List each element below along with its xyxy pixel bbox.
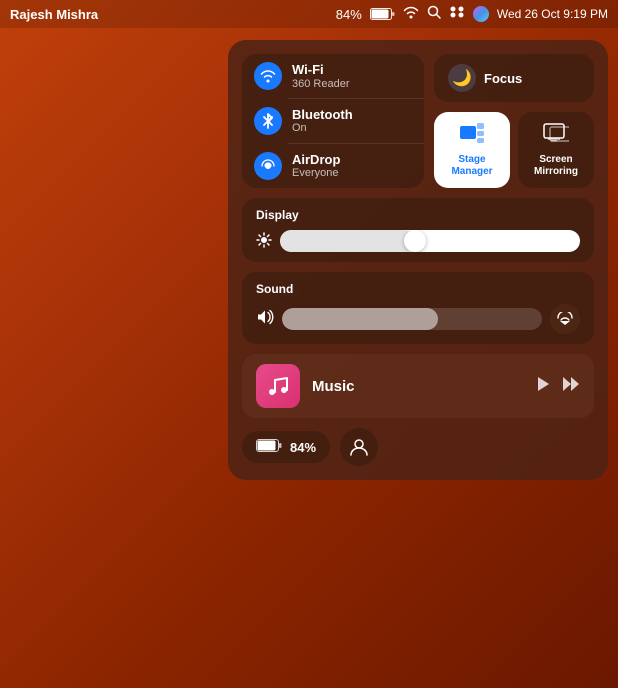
airdrop-item[interactable]: AirDrop Everyone — [242, 144, 424, 189]
datetime: Wed 26 Oct 9:19 PM — [497, 7, 608, 21]
sound-title: Sound — [256, 282, 580, 296]
display-slider-row — [256, 230, 580, 252]
display-section: Display — [242, 198, 594, 262]
user-icon-button[interactable] — [340, 428, 378, 466]
sound-section: Sound — [242, 272, 594, 344]
music-label: Music — [312, 378, 524, 395]
username: Rajesh Mishra — [10, 7, 98, 22]
stage-manager-label: StageManager — [451, 154, 492, 178]
focus-button[interactable]: 🌙 Focus — [434, 54, 594, 102]
connectivity-block: Wi-Fi 360 Reader Bluetooth On — [242, 54, 424, 188]
airdrop-label: AirDrop — [292, 152, 340, 168]
wifi-menubar-icon[interactable] — [403, 5, 419, 23]
wifi-icon — [254, 62, 282, 90]
search-icon[interactable] — [427, 5, 441, 23]
focus-label: Focus — [484, 71, 522, 86]
menubar: Rajesh Mishra 84% — [0, 0, 618, 28]
battery-percentage: 84% — [336, 7, 362, 22]
siri-icon[interactable] — [473, 6, 489, 22]
music-section[interactable]: Music — [242, 354, 594, 418]
control-center-panel: Wi-Fi 360 Reader Bluetooth On — [228, 40, 608, 480]
screen-mirroring-icon — [543, 122, 569, 150]
display-title: Display — [256, 208, 580, 222]
stage-manager-icon — [459, 122, 485, 150]
battery-widget-icon — [256, 439, 282, 455]
battery-widget[interactable]: 84% — [242, 431, 330, 463]
airdrop-text: AirDrop Everyone — [292, 152, 340, 181]
volume-slider[interactable] — [282, 308, 542, 330]
bluetooth-label: Bluetooth — [292, 107, 353, 123]
airdrop-icon — [254, 152, 282, 180]
stage-mirror-row: StageManager ScreenMirroring — [434, 112, 594, 188]
focus-icon: 🌙 — [448, 64, 476, 92]
bluetooth-item[interactable]: Bluetooth On — [242, 99, 424, 144]
music-app-icon — [256, 364, 300, 408]
airdrop-sub: Everyone — [292, 167, 340, 180]
top-section: Wi-Fi 360 Reader Bluetooth On — [242, 54, 594, 188]
right-col: 🌙 Focus StageManager — [434, 54, 594, 188]
brightness-thumb — [404, 230, 426, 252]
control-center-icon[interactable] — [449, 5, 465, 23]
screen-mirroring-button[interactable]: ScreenMirroring — [518, 112, 594, 188]
wifi-text: Wi-Fi 360 Reader — [292, 62, 350, 91]
menubar-right: 84% — [336, 5, 608, 23]
stage-manager-button[interactable]: StageManager — [434, 112, 510, 188]
volume-icon — [256, 309, 274, 330]
play-button[interactable] — [536, 376, 550, 397]
brightness-fill — [280, 230, 415, 252]
brightness-icon — [256, 232, 272, 251]
brightness-slider[interactable] — [280, 230, 580, 252]
battery-icon — [370, 8, 395, 20]
menubar-left: Rajesh Mishra — [10, 7, 98, 22]
screen-mirroring-label: ScreenMirroring — [534, 154, 578, 178]
bottom-row: 84% — [242, 428, 594, 466]
sound-slider-row — [256, 304, 580, 334]
airplay-button[interactable] — [550, 304, 580, 334]
wifi-label: Wi-Fi — [292, 62, 350, 78]
bluetooth-sub: On — [292, 122, 353, 135]
music-controls — [536, 376, 580, 397]
volume-fill — [282, 308, 438, 330]
wifi-item[interactable]: Wi-Fi 360 Reader — [242, 54, 424, 99]
battery-widget-label: 84% — [290, 440, 316, 455]
bluetooth-text: Bluetooth On — [292, 107, 353, 136]
bluetooth-icon — [254, 107, 282, 135]
wifi-sub: 360 Reader — [292, 78, 350, 91]
fast-forward-button[interactable] — [562, 376, 580, 397]
